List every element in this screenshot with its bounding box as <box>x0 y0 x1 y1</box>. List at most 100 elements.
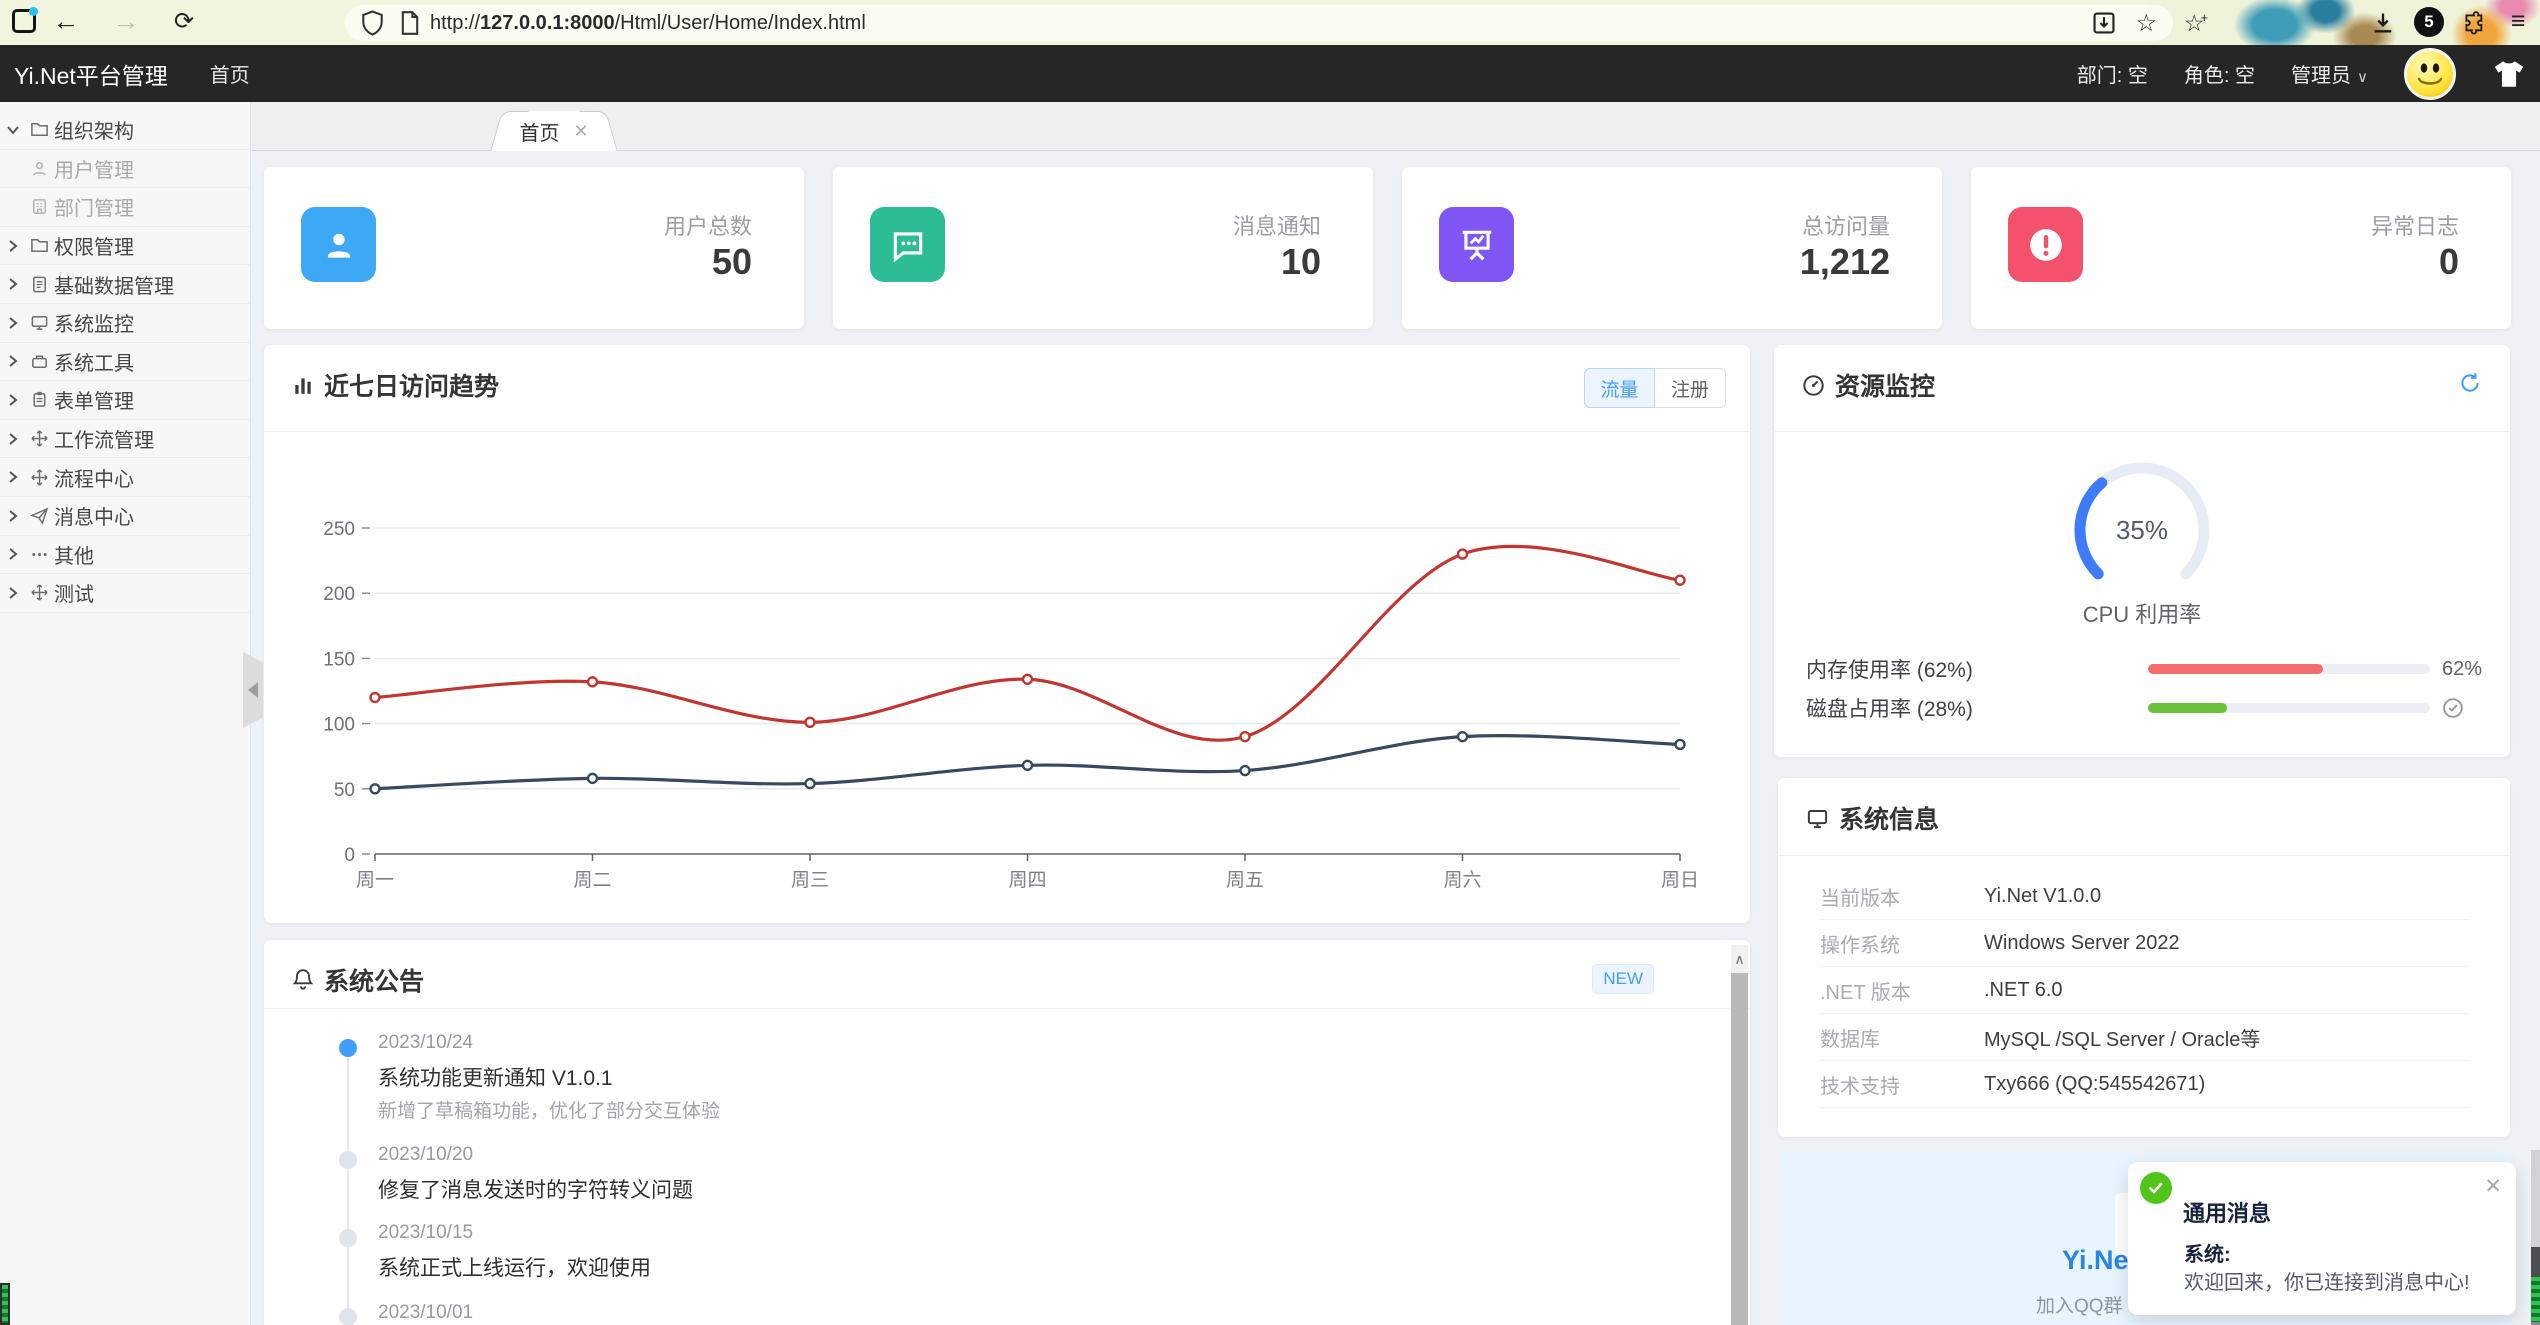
shield-icon[interactable] <box>361 10 384 36</box>
disk-usage-row: 磁盘占用率 (28%) <box>1806 696 2482 721</box>
bookmark-star-icon[interactable]: ☆ <box>2135 9 2157 38</box>
tab-close-icon[interactable]: ✕ <box>573 121 588 142</box>
main-content: 用户总数 50 消息通知 10 总访问量 1,212 异常日志 0 近七日访问趋… <box>251 151 2540 1325</box>
sidebar-item-permissions[interactable]: 权限管理 <box>0 227 250 266</box>
bell-icon <box>292 968 314 992</box>
toast-message: 欢迎回来，你已连接到消息中心! <box>2184 1272 2470 1294</box>
user-icon <box>26 159 52 178</box>
sidebar-item-departments[interactable]: 部门管理 <box>0 188 250 227</box>
scrollbar[interactable]: ∧ <box>1731 945 1748 1325</box>
sidebar-item-test[interactable]: 测试 <box>0 574 250 613</box>
timeline-title: 系统正式上线运行，欢迎使用 <box>378 1257 651 1280</box>
stat-card-errors: 异常日志 0 <box>1971 167 2511 329</box>
save-page-icon[interactable] <box>2091 10 2117 36</box>
sysinfo-row: 操作系统 Windows Server 2022 <box>1820 920 2470 967</box>
timeline-date: 2023/10/20 <box>378 1144 474 1165</box>
stat-value: 0 <box>2438 241 2459 282</box>
sysinfo-row: 技术支持 Txy666 (QQ:545542671) <box>1820 1061 2470 1108</box>
corner-artifact <box>0 1283 10 1325</box>
svg-text:250: 250 <box>323 519 355 540</box>
svg-text:周五: 周五 <box>1226 870 1264 891</box>
browser-menu-icon[interactable]: ≡ <box>2498 0 2538 45</box>
sidebar-item-sysmonitor[interactable]: 系统监控 <box>0 304 250 343</box>
sysinfo-title: 系统信息 <box>1839 806 1940 834</box>
folder-icon <box>26 236 52 255</box>
back-button[interactable]: ← <box>46 0 86 45</box>
stat-label: 消息通知 <box>1232 214 1321 239</box>
page-icon[interactable] <box>400 11 420 35</box>
app-navbar: Yi.Net平台管理 首页 部门: 空 角色: 空 管理员 ∨ <box>0 45 2540 102</box>
scrollbar-marker <box>2531 1277 2540 1322</box>
sidebar-item-systools[interactable]: 系统工具 <box>0 343 250 382</box>
svg-text:50: 50 <box>334 780 355 801</box>
sidebar-item-org[interactable]: 组织架构 <box>0 111 250 150</box>
scroll-up-icon[interactable]: ∧ <box>1731 945 1748 973</box>
clipboard-icon <box>26 390 52 409</box>
sidebar-item-forms[interactable]: 表单管理 <box>0 381 250 420</box>
monitor-icon <box>1806 807 1829 830</box>
system-info-card: 系统信息 当前版本 Yi.Net V1.0.0 操作系统 Windows Serve… <box>1778 778 2510 1137</box>
add-bookmark-icon[interactable]: ☆ + <box>2180 8 2212 38</box>
sidebar-item-other[interactable]: 其他 <box>0 536 250 575</box>
timeline-dot <box>339 1151 357 1169</box>
scrollbar-thumb[interactable] <box>2531 1247 2540 1277</box>
sidebar-collapse-handle[interactable] <box>243 652 263 728</box>
reload-button[interactable]: ⟳ <box>164 0 204 45</box>
scrollbar-track <box>2531 1150 2540 1247</box>
gauge-caption: CPU 利用率 <box>2082 602 2202 627</box>
svg-text:周日: 周日 <box>1661 870 1699 891</box>
user-dropdown[interactable]: 管理员 ∨ <box>2291 59 2368 88</box>
extensions-puzzle-icon[interactable] <box>2458 8 2490 38</box>
stat-value: 10 <box>1280 241 1321 282</box>
theme-shirt-icon[interactable] <box>2492 59 2526 89</box>
chevron-right-icon <box>0 316 26 330</box>
stat-label: 用户总数 <box>663 214 752 239</box>
brand-title: Yi.Net平台管理 <box>14 62 168 89</box>
sysinfo-row: 当前版本 Yi.Net V1.0.0 <box>1820 873 2470 920</box>
chevron-down-icon: ∨ <box>2357 69 2368 86</box>
svg-text:周四: 周四 <box>1008 870 1046 891</box>
svg-text:200: 200 <box>323 584 355 605</box>
timeline-date: 2023/10/01 <box>378 1302 474 1323</box>
page-scrollbar[interactable] <box>2531 1150 2540 1325</box>
promo-brand: Yi.Net <box>2062 1245 2138 1275</box>
department-icon <box>26 197 52 216</box>
browser-logo-icon <box>12 7 38 33</box>
stat-card-visits: 总访问量 1,212 <box>1402 167 1942 329</box>
chevron-right-icon <box>0 239 26 253</box>
scrollbar-thumb[interactable] <box>1731 973 1748 1325</box>
presentation-chart-icon <box>1439 207 1514 282</box>
nav-home[interactable]: 首页 <box>210 59 250 88</box>
sidebar-item-messages[interactable]: 消息中心 <box>0 497 250 536</box>
sidebar-item-basedata[interactable]: 基础数据管理 <box>0 265 250 304</box>
sidebar-item-workflow[interactable]: 工作流管理 <box>0 420 250 459</box>
address-bar[interactable]: http://127.0.0.1:8000/Html/User/Home/Ind… <box>345 5 2173 41</box>
stat-label: 异常日志 <box>2370 214 2459 239</box>
forward-button[interactable]: → <box>106 0 146 45</box>
sidebar-item-process[interactable]: 流程中心 <box>0 458 250 497</box>
sysinfo-row: .NET 版本 .NET 6.0 <box>1820 967 2470 1014</box>
stat-value: 1,212 <box>1799 241 1890 282</box>
svg-text:周一: 周一 <box>356 870 394 891</box>
tab-home[interactable]: 首页 ✕ <box>513 111 595 151</box>
timeline-title: 修复了消息发送时的字符转义问题 <box>378 1179 693 1202</box>
toast-notification: 通用消息 ✕ 系统: 欢迎回来，你已连接到消息中心! <box>2128 1162 2516 1315</box>
alert-icon <box>2008 207 2083 282</box>
move-icon <box>26 583 52 602</box>
extension-badge[interactable]: 5 <box>2414 7 2444 37</box>
department-label: 部门: 空 <box>2076 65 2148 87</box>
sysinfo-row: 数据库 MySQL /SQL Server / Oracle等 <box>1820 1014 2470 1061</box>
sidebar-item-users[interactable]: 用户管理 <box>0 150 250 189</box>
progress-fill <box>2147 664 2323 674</box>
timeline-date: 2023/10/15 <box>378 1222 474 1243</box>
avatar[interactable] <box>2404 47 2456 100</box>
downloads-icon[interactable] <box>2367 8 2399 38</box>
url-text[interactable]: http://127.0.0.1:8000/Html/User/Home/Ind… <box>430 12 866 35</box>
announcement-card: 系统公告 NEW 2023/10/24 系统功能更新通知 V1.0.1 新增了草… <box>264 940 1750 1325</box>
close-icon[interactable]: ✕ <box>2484 1174 2502 1199</box>
trend-card: 近七日访问趋势 流量 注册 0 50 100 150 200 250 周一 周二 周三 周四 周五周… <box>264 345 1750 923</box>
folder-icon <box>26 120 52 139</box>
check-circle-icon <box>2442 697 2464 719</box>
promo-caption: 加入QQ群 <box>2036 1296 2123 1317</box>
memory-usage-row: 内存使用率 (62%) 62% <box>1806 657 2482 683</box>
